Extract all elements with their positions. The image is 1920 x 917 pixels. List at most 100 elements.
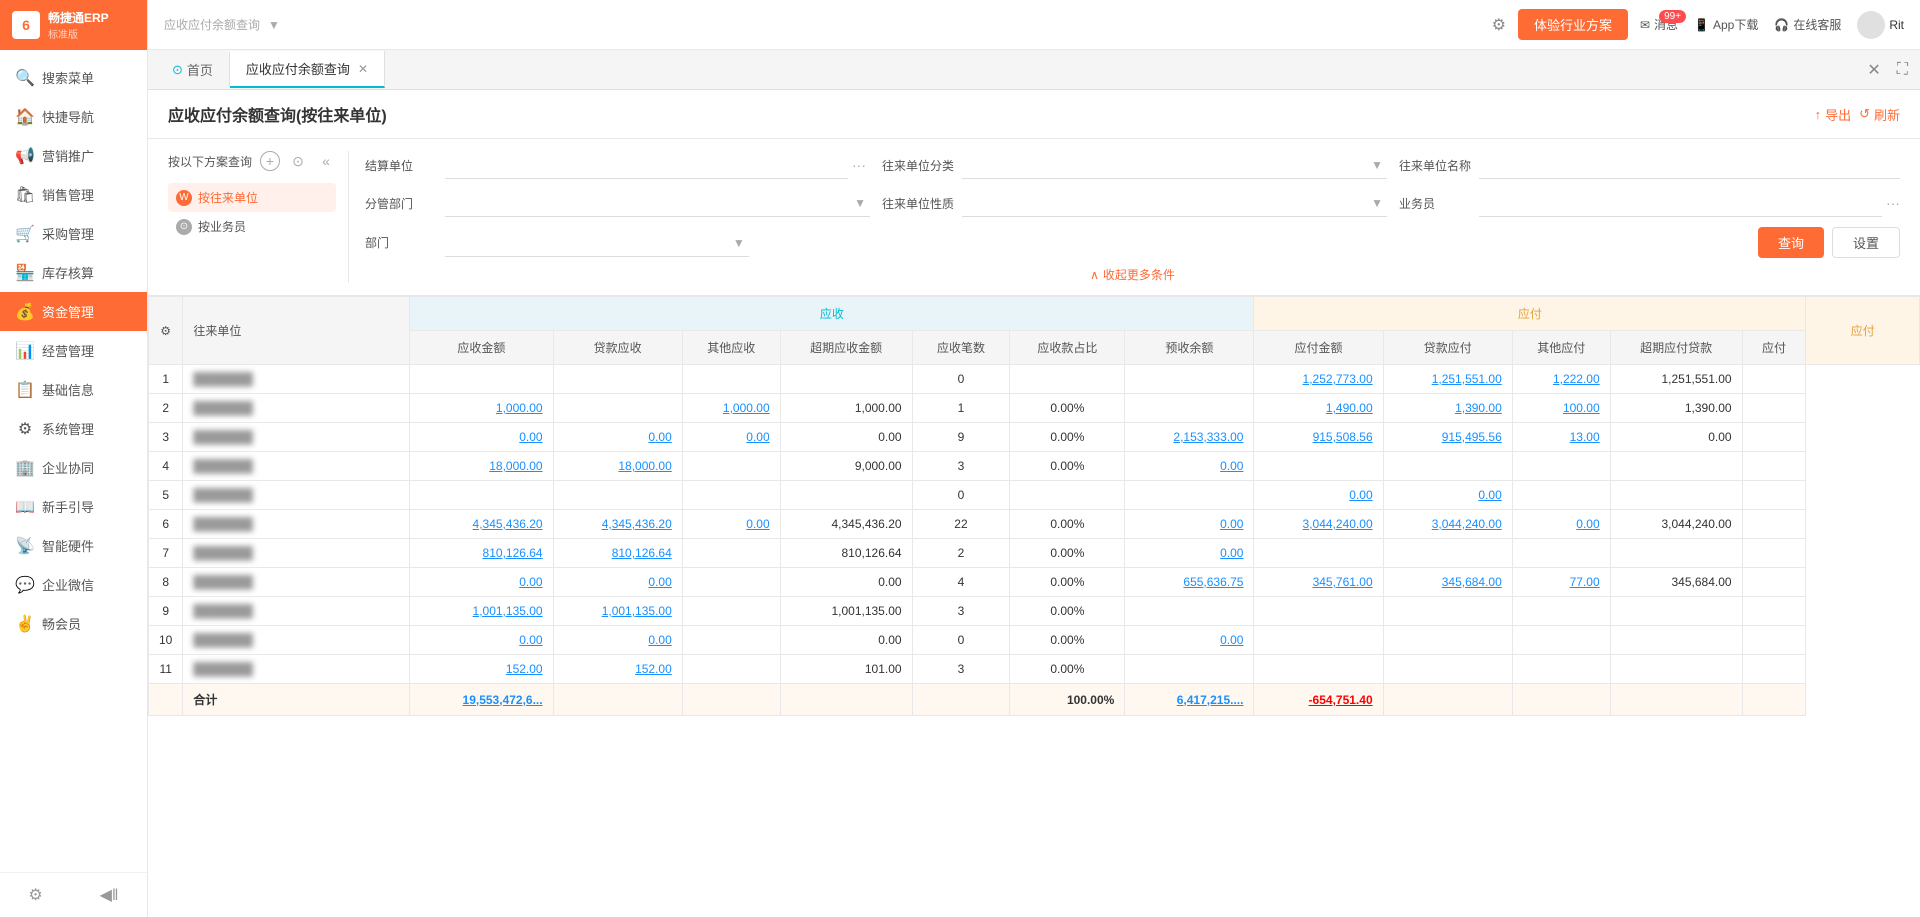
row-ar-advance[interactable]: 0.00 xyxy=(1125,510,1254,539)
sidebar-item-enterprise[interactable]: 🏢 企业协同 xyxy=(0,448,147,487)
row-ar-advance[interactable]: 2,153,333.00 xyxy=(1125,423,1254,452)
tab-maximize-btn[interactable]: ⛶ xyxy=(1893,56,1912,84)
row-ar-other[interactable]: 0.00 xyxy=(682,510,780,539)
dept-manager-select[interactable] xyxy=(445,189,870,217)
row-ap-amount[interactable]: 3,044,240.00 xyxy=(1254,510,1383,539)
topbar-gear-icon[interactable]: ⚙ xyxy=(1492,15,1506,35)
row-ar-loan[interactable]: 18,000.00 xyxy=(553,452,682,481)
row-ar-amount[interactable]: 1,001,135.00 xyxy=(410,597,553,626)
row-ap-other[interactable]: 13.00 xyxy=(1512,423,1610,452)
settlement-input[interactable] xyxy=(445,151,848,179)
row-ar-amount[interactable]: 0.00 xyxy=(410,568,553,597)
sidebar-collapse-btn[interactable]: ◀‖ xyxy=(100,885,119,905)
sidebar-item-wechat[interactable]: 💬 企业微信 xyxy=(0,565,147,604)
online-service-btn[interactable]: 🎧 在线客服 xyxy=(1774,16,1841,33)
row-ar-loan[interactable]: 4,345,436.20 xyxy=(553,510,682,539)
filter-scheme-by-salesman[interactable]: ⊙ 按业务员 xyxy=(168,212,336,241)
sidebar-item-marketing[interactable]: 📢 营销推广 xyxy=(0,136,147,175)
filter-add-btn[interactable]: + xyxy=(260,151,280,171)
tab-close-window-btn[interactable]: ✕ xyxy=(1863,56,1884,84)
row-ar-loan[interactable]: 0.00 xyxy=(553,423,682,452)
row-ap-amount[interactable]: 1,252,773.00 xyxy=(1254,365,1383,394)
tab-close-icon[interactable]: ✕ xyxy=(358,62,368,76)
sidebar-item-member[interactable]: ✌ 畅会员 xyxy=(0,604,147,643)
filter-scheme-by-customer[interactable]: W 按往来单位 xyxy=(168,183,336,212)
sidebar-item-sales[interactable]: 🛍 销售管理 xyxy=(0,175,147,214)
row-ar-loan[interactable]: 152.00 xyxy=(553,655,682,684)
row-ar-loan[interactable]: 0.00 xyxy=(553,568,682,597)
sidebar-item-operation[interactable]: 📊 经营管理 xyxy=(0,331,147,370)
row-ap-loan[interactable]: 1,390.00 xyxy=(1383,394,1512,423)
row-ap-overdue xyxy=(1610,452,1742,481)
online-service-label: 在线客服 xyxy=(1793,16,1841,33)
row-ar-amount[interactable]: 0.00 xyxy=(410,626,553,655)
sidebar-item-guide[interactable]: 📖 新手引导 xyxy=(0,487,147,526)
tab-home[interactable]: ⊙ 首页 xyxy=(156,52,230,87)
row-ar-amount[interactable]: 18,000.00 xyxy=(410,452,553,481)
row-ar-amount[interactable]: 152.00 xyxy=(410,655,553,684)
tab-ar-ap[interactable]: 应收应付余额查询 ✕ xyxy=(230,51,385,88)
filter-settings-icon[interactable]: ⊙ xyxy=(288,151,308,171)
row-ap-other[interactable]: 77.00 xyxy=(1512,568,1610,597)
row-index: 5 xyxy=(149,481,183,510)
sidebar-item-inventory[interactable]: 🏪 库存核算 xyxy=(0,253,147,292)
row-ar-loan[interactable]: 1,001,135.00 xyxy=(553,597,682,626)
row-ap-loan[interactable]: 345,684.00 xyxy=(1383,568,1512,597)
sidebar-item-hardware[interactable]: 📡 智能硬件 xyxy=(0,526,147,565)
filter-collapse-icon[interactable]: « xyxy=(316,151,336,171)
row-ap-amount[interactable]: 1,490.00 xyxy=(1254,394,1383,423)
row-ap-loan[interactable]: 0.00 xyxy=(1383,481,1512,510)
message-btn[interactable]: ✉ 消息 99+ xyxy=(1640,16,1678,33)
row-ap-loan[interactable]: 915,495.56 xyxy=(1383,423,1512,452)
row-ap-amount[interactable]: 915,508.56 xyxy=(1254,423,1383,452)
filter-collapse-btn[interactable]: ∧ 收起更多条件 xyxy=(365,266,1900,283)
row-ap-amount[interactable]: 0.00 xyxy=(1254,481,1383,510)
app-download-btn[interactable]: 📱 App下载 xyxy=(1694,16,1758,33)
row-ar-advance[interactable]: 0.00 xyxy=(1125,452,1254,481)
salesman-input[interactable] xyxy=(1479,189,1882,217)
row-ar-amount[interactable]: 4,345,436.20 xyxy=(410,510,553,539)
sidebar-item-basic-info[interactable]: 📋 基础信息 xyxy=(0,370,147,409)
table-row: 5 ███████ 0 0.00 0.00 xyxy=(149,481,1920,510)
operation-icon: 📊 xyxy=(16,342,34,360)
partner-category-select[interactable] xyxy=(962,151,1387,179)
table-row: 6 ███████ 4,345,436.20 4,345,436.20 0.00… xyxy=(149,510,1920,539)
partner-name-input[interactable] xyxy=(1479,151,1900,179)
row-ar-loan[interactable]: 810,126.64 xyxy=(553,539,682,568)
sidebar-item-search-menu[interactable]: 🔍 搜索菜单 xyxy=(0,58,147,97)
row-ap-amount[interactable]: 345,761.00 xyxy=(1254,568,1383,597)
row-ap-other[interactable]: 0.00 xyxy=(1512,510,1610,539)
sidebar-item-finance[interactable]: 💰 资金管理 xyxy=(0,292,147,331)
user-avatar[interactable]: Rit xyxy=(1857,11,1904,39)
sidebar-item-system[interactable]: ⚙ 系统管理 xyxy=(0,409,147,448)
dept-select[interactable] xyxy=(445,229,749,257)
salesman-dots-icon[interactable]: ··· xyxy=(1886,195,1900,211)
partner-nature-select[interactable] xyxy=(962,189,1387,217)
row-ar-other[interactable]: 1,000.00 xyxy=(682,394,780,423)
row-ar-loan[interactable]: 0.00 xyxy=(553,626,682,655)
row-ar-other[interactable]: 0.00 xyxy=(682,423,780,452)
sidebar-item-quick-nav[interactable]: 🏠 快捷导航 xyxy=(0,97,147,136)
sidebar-settings-btn[interactable]: ⚙ xyxy=(28,885,42,905)
row-ap-loan[interactable]: 3,044,240.00 xyxy=(1383,510,1512,539)
row-ar-amount[interactable]: 810,126.64 xyxy=(410,539,553,568)
query-btn[interactable]: 查询 xyxy=(1758,227,1824,258)
trial-btn[interactable]: 体验行业方案 xyxy=(1518,9,1628,40)
row-ap-other[interactable]: 100.00 xyxy=(1512,394,1610,423)
row-ar-advance[interactable]: 655,636.75 xyxy=(1125,568,1254,597)
row-ar-advance[interactable]: 0.00 xyxy=(1125,626,1254,655)
row-ar-advance[interactable]: 0.00 xyxy=(1125,539,1254,568)
tabbar-actions: ✕ ⛶ xyxy=(1863,56,1912,84)
total-ar-amount: 19,553,472,6... xyxy=(410,684,553,716)
sidebar-item-purchase[interactable]: 🛒 采购管理 xyxy=(0,214,147,253)
row-ap-loan[interactable]: 1,251,551.00 xyxy=(1383,365,1512,394)
settlement-dots-icon[interactable]: ··· xyxy=(852,157,866,173)
export-btn[interactable]: ↑ 导出 xyxy=(1815,105,1852,124)
setting-btn[interactable]: 设置 xyxy=(1832,227,1900,258)
row-ap-other[interactable]: 1,222.00 xyxy=(1512,365,1610,394)
table-settings-header[interactable]: ⚙ xyxy=(149,297,183,365)
row-ar-amount[interactable]: 0.00 xyxy=(410,423,553,452)
sidebar-label-wechat: 企业微信 xyxy=(42,575,94,594)
refresh-btn[interactable]: ↺ 刷新 xyxy=(1859,105,1900,124)
row-ar-amount[interactable]: 1,000.00 xyxy=(410,394,553,423)
